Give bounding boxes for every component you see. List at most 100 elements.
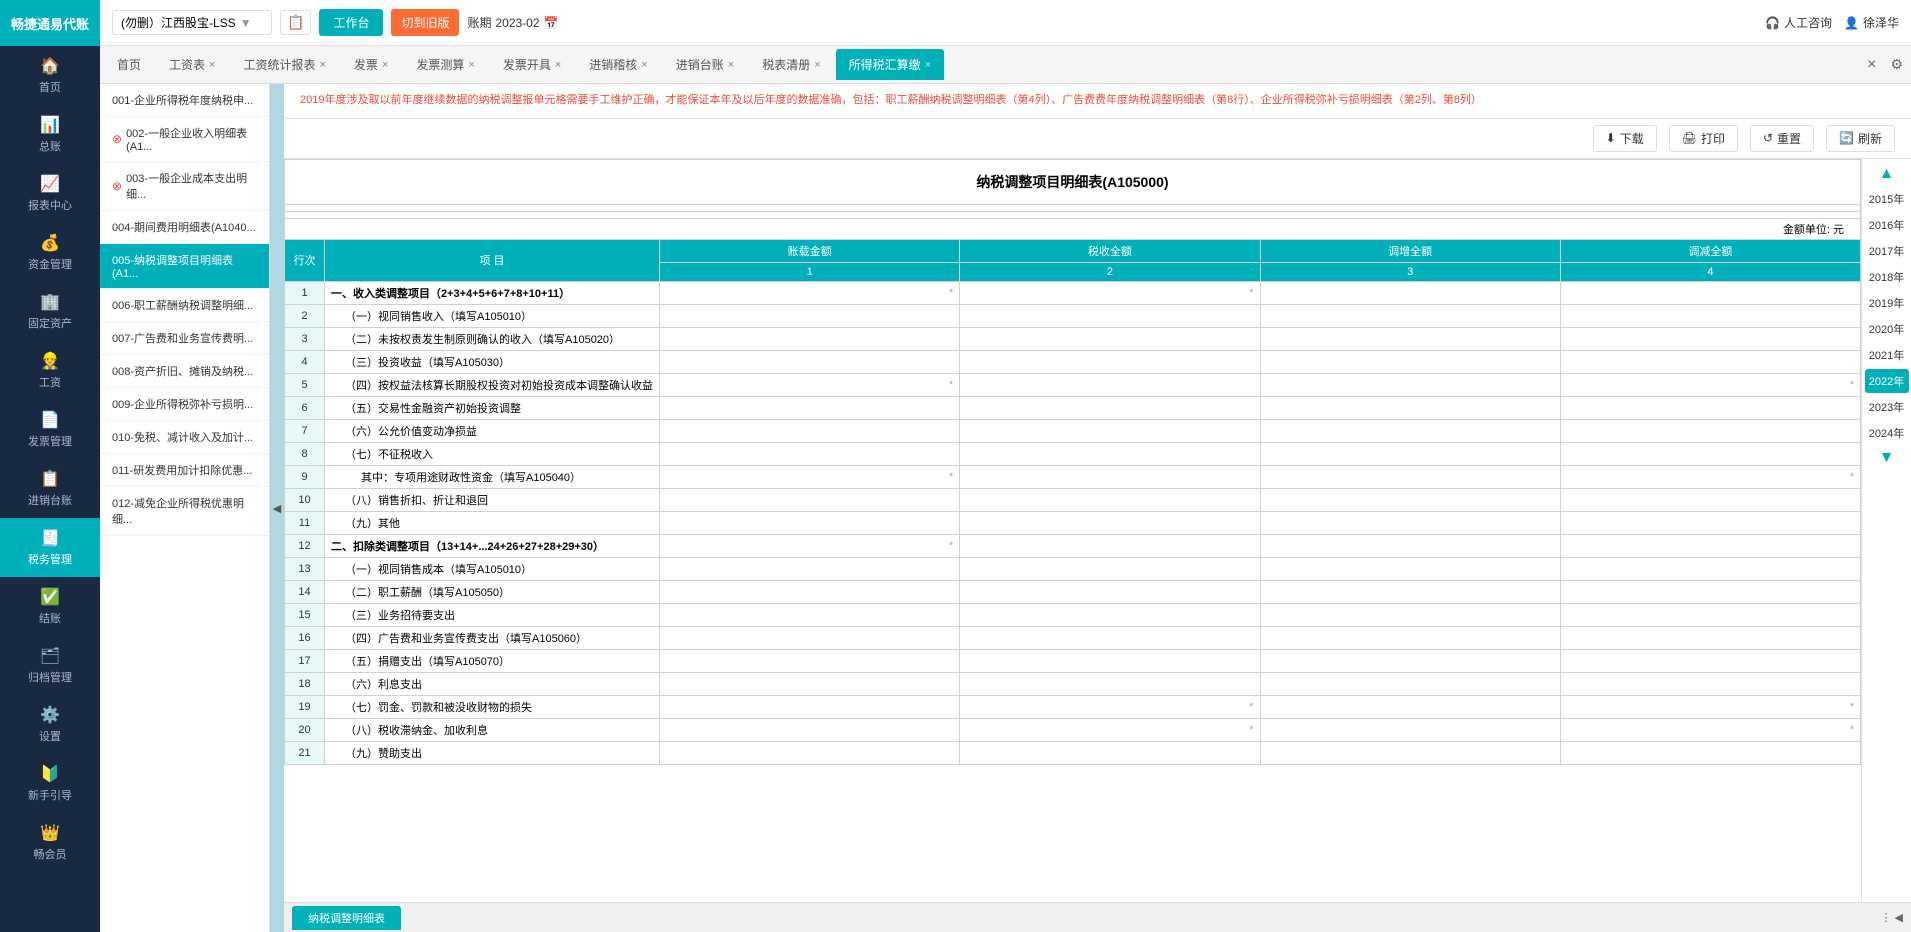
row-c3-8[interactable] (1260, 465, 1560, 488)
row-c1-1[interactable] (660, 304, 960, 327)
bottom-tab-sheet[interactable]: 纳税调整明细表 (292, 906, 401, 930)
row-c4-19[interactable]: * (1560, 718, 1860, 741)
tab-1[interactable]: 工资表× (156, 49, 228, 80)
user-menu[interactable]: 👤 徐泽华 (1844, 14, 1899, 31)
company-select[interactable]: (勿删）江西股宝-LSS ▼ (112, 10, 272, 35)
row-c1-20[interactable] (660, 741, 960, 764)
row-c2-17[interactable] (960, 672, 1260, 695)
year-btn-2018年[interactable]: 2018年 (1865, 265, 1909, 289)
sidebar-item-new-guide[interactable]: 🔰新手引导 (0, 754, 100, 813)
sidebar-item-funds[interactable]: 💰资金管理 (0, 223, 100, 282)
collapse-panel-button[interactable]: ◀ (270, 84, 284, 932)
row-c3-13[interactable] (1260, 580, 1560, 603)
tab-close-1[interactable]: × (209, 59, 215, 71)
left-panel-item-008[interactable]: 008-资产折旧、摊销及纳税... (100, 355, 269, 388)
row-c4-12[interactable] (1560, 557, 1860, 580)
row-c3-10[interactable] (1260, 511, 1560, 534)
left-panel-item-003[interactable]: ⊗003-一般企业成本支出明细... (100, 162, 269, 211)
year-btn-2015年[interactable]: 2015年 (1865, 187, 1909, 211)
row-c4-3[interactable] (1560, 350, 1860, 373)
row-c3-19[interactable] (1260, 718, 1560, 741)
year-btn-2019年[interactable]: 2019年 (1865, 291, 1909, 315)
tab-close-2[interactable]: × (319, 59, 325, 71)
row-c1-2[interactable] (660, 327, 960, 350)
row-c4-16[interactable] (1560, 649, 1860, 672)
row-c2-20[interactable] (960, 741, 1260, 764)
row-c4-20[interactable] (1560, 741, 1860, 764)
row-c4-14[interactable] (1560, 603, 1860, 626)
row-c2-8[interactable] (960, 465, 1260, 488)
reset-button[interactable]: ↺ 重置 (1750, 125, 1814, 152)
row-c2-15[interactable] (960, 626, 1260, 649)
row-c1-16[interactable] (660, 649, 960, 672)
tab-0[interactable]: 首页 (104, 49, 154, 80)
tab-5[interactable]: 发票开具× (490, 49, 574, 80)
row-c2-19[interactable]: * (960, 718, 1260, 741)
row-c2-2[interactable] (960, 327, 1260, 350)
row-c1-15[interactable] (660, 626, 960, 649)
workbench-button[interactable]: 工作台 (319, 9, 383, 36)
print-button[interactable]: 🖨 打印 (1669, 125, 1738, 152)
download-button[interactable]: ⬇ 下载 (1593, 125, 1657, 152)
row-c1-17[interactable] (660, 672, 960, 695)
row-c2-10[interactable] (960, 511, 1260, 534)
year-btn-2023年[interactable]: 2023年 (1865, 395, 1909, 419)
service-btn[interactable]: 🎧 人工咨询 (1765, 14, 1832, 31)
sidebar-item-reports[interactable]: 📈报表中心 (0, 164, 100, 223)
tab-close-3[interactable]: × (382, 59, 388, 71)
row-c1-0[interactable]: * (660, 281, 960, 304)
row-c4-4[interactable]: * (1560, 373, 1860, 396)
sidebar-item-payroll[interactable]: 👷工资 (0, 341, 100, 400)
row-c4-11[interactable] (1560, 534, 1860, 557)
sidebar-item-settings[interactable]: ⚙️设置 (0, 695, 100, 754)
row-c3-1[interactable] (1260, 304, 1560, 327)
tab-3[interactable]: 发票× (341, 49, 401, 80)
row-c4-0[interactable] (1560, 281, 1860, 304)
row-c1-19[interactable] (660, 718, 960, 741)
tab-9[interactable]: 所得税汇算缴× (836, 49, 944, 80)
row-c3-4[interactable] (1260, 373, 1560, 396)
row-c4-8[interactable]: * (1560, 465, 1860, 488)
left-panel-item-001[interactable]: 001-企业所得税年度纳税申... (100, 84, 269, 117)
row-c3-7[interactable] (1260, 442, 1560, 465)
tab-close-7[interactable]: × (728, 59, 734, 71)
sidebar-item-general-ledger[interactable]: 📊总账 (0, 105, 100, 164)
row-c1-12[interactable] (660, 557, 960, 580)
tab-7[interactable]: 进销台账× (663, 49, 747, 80)
row-c4-1[interactable] (1560, 304, 1860, 327)
row-c2-16[interactable] (960, 649, 1260, 672)
tab-close-8[interactable]: × (814, 59, 820, 71)
row-c1-10[interactable] (660, 511, 960, 534)
sidebar-item-fixed-assets[interactable]: 🏢固定资产 (0, 282, 100, 341)
row-c3-11[interactable] (1260, 534, 1560, 557)
row-c3-17[interactable] (1260, 672, 1560, 695)
row-c3-5[interactable] (1260, 396, 1560, 419)
old-version-button[interactable]: 切到旧版 (391, 9, 459, 36)
row-c1-8[interactable]: * (660, 465, 960, 488)
left-panel-item-006[interactable]: 006-职工薪酬纳税调整明细... (100, 289, 269, 322)
row-c1-3[interactable] (660, 350, 960, 373)
row-c1-14[interactable] (660, 603, 960, 626)
tab-close-9[interactable]: × (925, 59, 931, 71)
left-panel-item-009[interactable]: 009-企业所得税弥补亏损明... (100, 388, 269, 421)
row-c4-10[interactable] (1560, 511, 1860, 534)
row-c2-18[interactable]: * (960, 695, 1260, 718)
year-btn-2022年[interactable]: 2022年 (1865, 369, 1909, 393)
row-c3-0[interactable] (1260, 281, 1560, 304)
tab-8[interactable]: 税表清册× (749, 49, 833, 80)
row-c2-0[interactable]: * (960, 281, 1260, 304)
row-c4-15[interactable] (1560, 626, 1860, 649)
year-nav-up[interactable]: ▲ (1877, 163, 1897, 185)
row-c2-7[interactable] (960, 442, 1260, 465)
sidebar-item-settlement[interactable]: ✅结账 (0, 577, 100, 636)
row-c1-18[interactable] (660, 695, 960, 718)
row-c3-9[interactable] (1260, 488, 1560, 511)
year-btn-2016年[interactable]: 2016年 (1865, 213, 1909, 237)
row-c1-6[interactable] (660, 419, 960, 442)
row-c1-4[interactable]: * (660, 373, 960, 396)
tab-4[interactable]: 发票测算× (403, 49, 487, 80)
row-c1-5[interactable] (660, 396, 960, 419)
row-c3-15[interactable] (1260, 626, 1560, 649)
year-nav-down[interactable]: ▼ (1877, 447, 1897, 469)
spreadsheet-main[interactable]: 纳税调整项目明细表(A105000)金额单位: 元 行次 项 目 账载金额税收全… (284, 159, 1861, 902)
